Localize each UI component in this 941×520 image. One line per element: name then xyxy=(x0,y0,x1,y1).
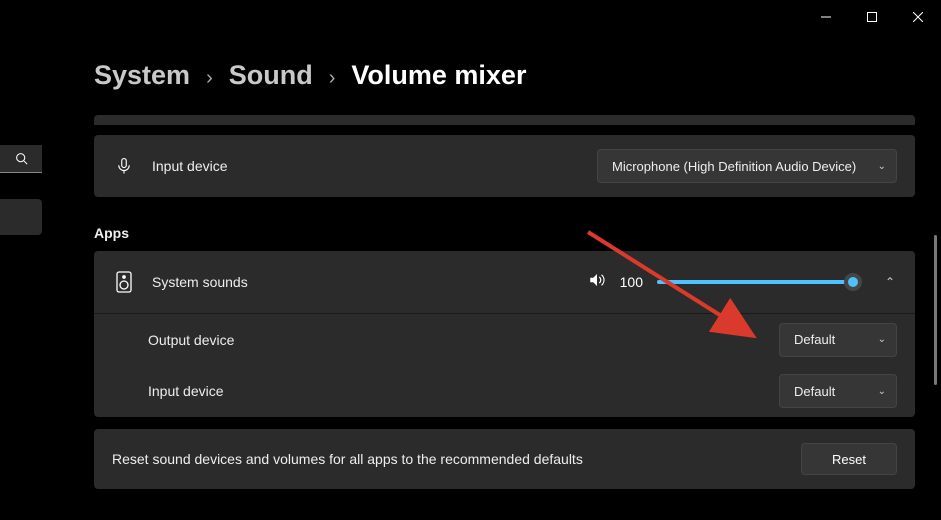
app-input-device-label: Input device xyxy=(148,383,224,399)
output-device-label: Output device xyxy=(148,332,234,348)
chevron-down-icon: ⌄ xyxy=(878,161,886,172)
volume-icon[interactable] xyxy=(588,271,606,294)
breadcrumb-separator: › xyxy=(206,67,213,90)
input-device-select[interactable]: Microphone (High Definition Audio Device… xyxy=(597,149,897,183)
app-input-device-select[interactable]: Default ⌄ xyxy=(779,374,897,408)
system-sounds-row[interactable]: System sounds 100 ⌃ xyxy=(94,251,915,313)
input-device-label: Input device xyxy=(152,158,228,174)
search-icon xyxy=(15,152,28,165)
breadcrumb-system[interactable]: System xyxy=(94,60,190,91)
speaker-device-icon xyxy=(112,271,136,293)
chevron-up-icon[interactable]: ⌃ xyxy=(883,275,897,289)
sidebar-fragment xyxy=(0,145,42,235)
sidebar-item[interactable] xyxy=(0,199,42,235)
window-controls xyxy=(803,0,941,34)
output-device-value: Default xyxy=(794,332,835,347)
input-device-card[interactable]: Input device Microphone (High Definition… xyxy=(94,135,915,197)
maximize-button[interactable] xyxy=(849,0,895,34)
card-edge xyxy=(94,115,915,125)
reset-button[interactable]: Reset xyxy=(801,443,897,475)
chevron-down-icon: ⌄ xyxy=(878,334,886,345)
page-title: Volume mixer xyxy=(351,60,526,91)
output-device-select[interactable]: Default ⌄ xyxy=(779,323,897,357)
reset-row: Reset sound devices and volumes for all … xyxy=(94,429,915,489)
search-input[interactable] xyxy=(0,145,42,173)
breadcrumb: System › Sound › Volume mixer xyxy=(94,60,915,91)
scrollbar[interactable] xyxy=(934,235,937,385)
volume-value: 100 xyxy=(620,274,643,290)
volume-slider[interactable] xyxy=(657,272,853,292)
system-sounds-label: System sounds xyxy=(152,274,248,290)
input-device-value: Microphone (High Definition Audio Device… xyxy=(612,159,856,174)
chevron-down-icon: ⌄ xyxy=(878,386,886,397)
microphone-icon xyxy=(112,157,136,175)
minimize-button[interactable] xyxy=(803,0,849,34)
breadcrumb-separator: › xyxy=(329,67,336,90)
app-input-device-value: Default xyxy=(794,384,835,399)
app-output-device-row: Output device Default ⌄ xyxy=(94,313,915,365)
close-button[interactable] xyxy=(895,0,941,34)
reset-description: Reset sound devices and volumes for all … xyxy=(112,451,801,467)
apps-header: Apps xyxy=(94,225,915,241)
app-input-device-row: Input device Default ⌄ xyxy=(94,365,915,417)
breadcrumb-sound[interactable]: Sound xyxy=(229,60,313,91)
